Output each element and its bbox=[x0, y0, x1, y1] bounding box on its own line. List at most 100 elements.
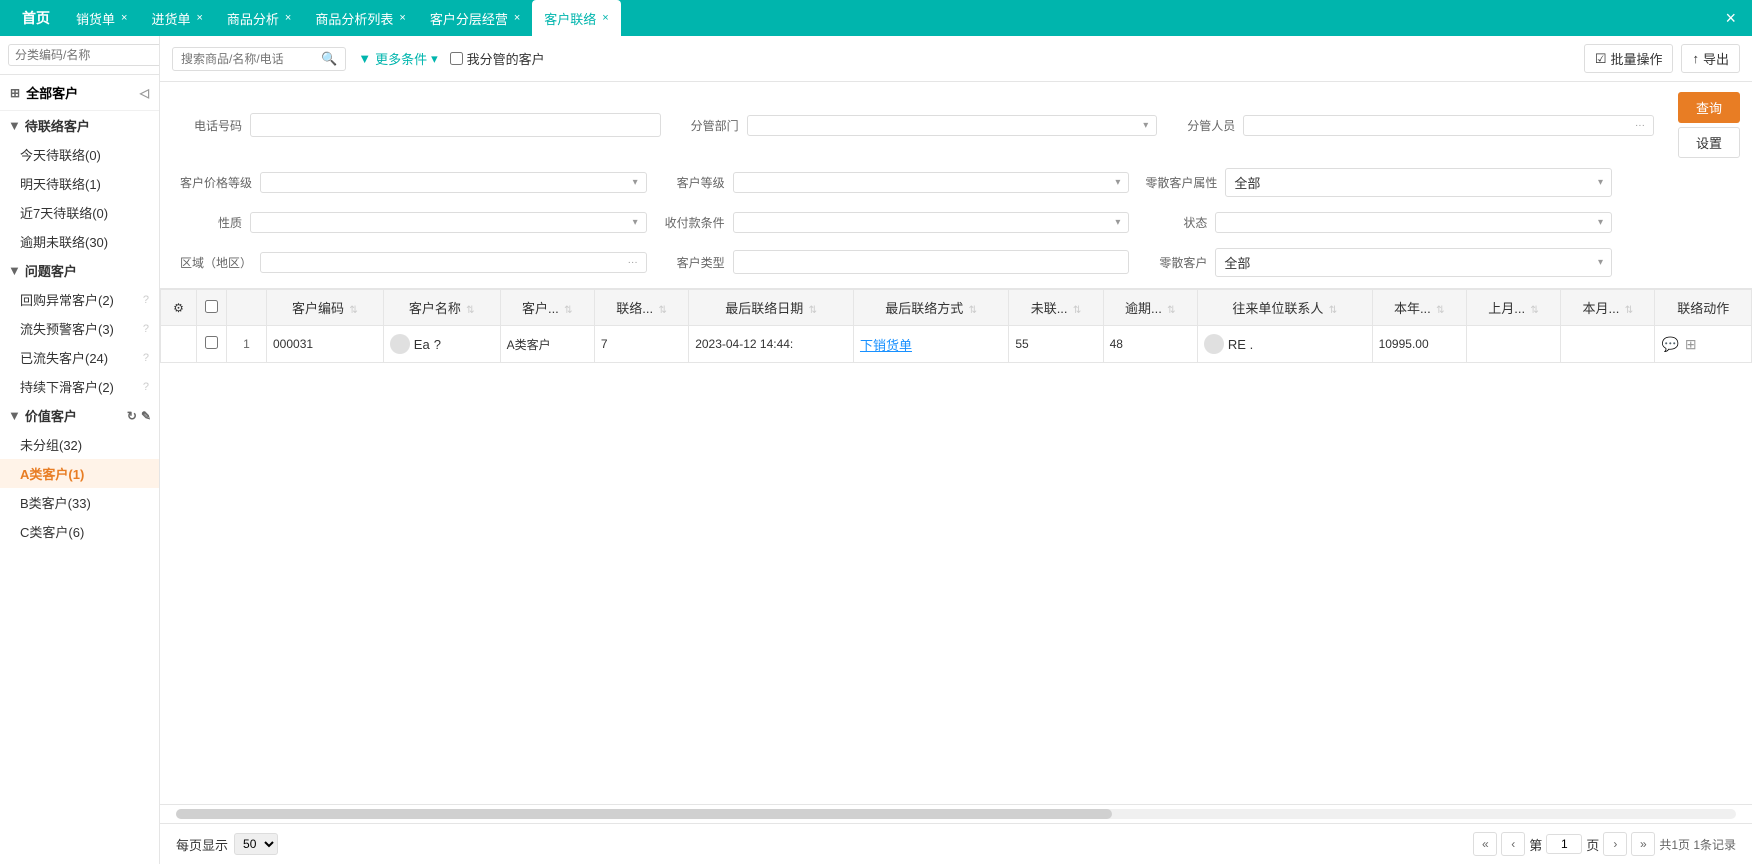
chat-action-icon[interactable]: 💬 bbox=[1661, 336, 1678, 353]
close-purchase-order[interactable]: × bbox=[196, 12, 202, 24]
sidebar-collapse-icon[interactable]: ◁ bbox=[140, 86, 149, 100]
nature-select[interactable]: ▾ bbox=[250, 212, 647, 233]
tab-product-analysis[interactable]: 商品分析 × bbox=[215, 0, 303, 36]
sort-person[interactable]: ⇅ bbox=[1329, 305, 1337, 316]
status-select[interactable]: ▾ bbox=[1215, 212, 1612, 233]
section-problem-customers[interactable]: ▼ 问题客户 bbox=[0, 256, 159, 285]
page-number-input[interactable] bbox=[1546, 834, 1582, 854]
my-customers-filter[interactable]: 我分管的客户 bbox=[450, 49, 545, 68]
customer-type-input[interactable] bbox=[733, 250, 1130, 274]
scroll-thumb[interactable] bbox=[176, 809, 1112, 819]
filter-search-icon[interactable]: 🔍 bbox=[321, 51, 337, 67]
col-last-contact-date[interactable]: 最后联络日期 ⇅ bbox=[689, 290, 854, 326]
sort-overdue[interactable]: ⇅ bbox=[1167, 305, 1175, 316]
sidebar-item-churn-warning[interactable]: 流失预警客户(3) ? bbox=[0, 314, 159, 343]
payment-select[interactable]: ▾ bbox=[733, 212, 1130, 233]
row-this-month bbox=[1561, 326, 1655, 363]
horizontal-scrollbar[interactable] bbox=[160, 804, 1752, 823]
col-no-contact[interactable]: 未联... ⇅ bbox=[1009, 290, 1103, 326]
qr-action-icon[interactable]: ⊞ bbox=[1685, 336, 1697, 353]
more-conditions-button[interactable]: ▼ 更多条件 ▾ bbox=[358, 49, 437, 68]
col-overdue[interactable]: 逾期... ⇅ bbox=[1103, 290, 1197, 326]
table-footer: 每页显示 50 « ‹ 第 页 › » 共1页 1条记录 bbox=[160, 823, 1752, 864]
col-this-year[interactable]: 本年... ⇅ bbox=[1372, 290, 1466, 326]
prev-page-button[interactable]: ‹ bbox=[1501, 832, 1525, 856]
sort-year[interactable]: ⇅ bbox=[1436, 305, 1444, 316]
price-level-select[interactable]: ▾ bbox=[260, 172, 647, 193]
close-customer-segment[interactable]: × bbox=[514, 12, 520, 24]
sort-this-month[interactable]: ⇅ bbox=[1625, 305, 1633, 316]
col-checkbox[interactable] bbox=[197, 290, 227, 326]
col-settings[interactable]: ⚙ bbox=[161, 290, 197, 326]
row-checkbox[interactable] bbox=[197, 326, 227, 363]
sidebar-item-today[interactable]: 今天待联络(0) bbox=[0, 140, 159, 169]
content-area: 🔍 ▼ 更多条件 ▾ 我分管的客户 ☑ 批量操作 ↑ 导出 bbox=[160, 36, 1752, 864]
close-customer-contact[interactable]: × bbox=[602, 12, 608, 24]
sort-no-contact[interactable]: ⇅ bbox=[1073, 305, 1081, 316]
next-page-button[interactable]: › bbox=[1603, 832, 1627, 856]
tab-sales-order[interactable]: 销货单 × bbox=[64, 0, 139, 36]
my-customers-checkbox[interactable] bbox=[450, 52, 463, 65]
close-all-tabs[interactable]: × bbox=[1717, 8, 1744, 29]
edit-icon[interactable]: ✎ bbox=[141, 409, 151, 423]
filter-search-input[interactable] bbox=[181, 52, 321, 66]
sidebar-item-7days[interactable]: 近7天待联络(0) bbox=[0, 198, 159, 227]
refresh-icon[interactable]: ↻ bbox=[127, 409, 137, 423]
retail-attr-select[interactable]: 全部 ▾ bbox=[1225, 168, 1612, 197]
sort-level[interactable]: ⇅ bbox=[564, 305, 572, 316]
col-contact-count[interactable]: 联络... ⇅ bbox=[594, 290, 688, 326]
col-last-month[interactable]: 上月... ⇅ bbox=[1466, 290, 1560, 326]
manager-input[interactable]: ··· bbox=[1243, 115, 1654, 136]
first-page-button[interactable]: « bbox=[1473, 832, 1497, 856]
sidebar-item-declining[interactable]: 持续下滑客户(2) ? bbox=[0, 372, 159, 401]
col-customer-code[interactable]: 客户编码 ⇅ bbox=[267, 290, 384, 326]
sort-method[interactable]: ⇅ bbox=[969, 305, 977, 316]
col-contact-person[interactable]: 往来单位联系人 ⇅ bbox=[1197, 290, 1372, 326]
sidebar-item-churned[interactable]: 已流失客户(24) ? bbox=[0, 343, 159, 372]
home-tab[interactable]: 首页 bbox=[8, 8, 64, 28]
row-select[interactable] bbox=[205, 336, 218, 349]
query-button[interactable]: 查询 bbox=[1678, 92, 1740, 123]
sort-contact[interactable]: ⇅ bbox=[658, 305, 666, 316]
dept-select[interactable]: ▾ bbox=[747, 115, 1158, 136]
row-last-contact-method[interactable]: 下销货单 bbox=[853, 326, 1008, 363]
sort-name[interactable]: ⇅ bbox=[466, 305, 474, 316]
customer-level-select[interactable]: ▾ bbox=[733, 172, 1130, 193]
sidebar-item-a-class[interactable]: A类客户(1) bbox=[0, 459, 159, 488]
close-product-analysis[interactable]: × bbox=[285, 12, 291, 24]
phone-input[interactable] bbox=[250, 113, 661, 137]
tab-product-analysis-list[interactable]: 商品分析列表 × bbox=[303, 0, 417, 36]
batch-operation-button[interactable]: ☑ 批量操作 bbox=[1584, 44, 1674, 73]
col-num bbox=[227, 290, 267, 326]
last-page-button[interactable]: » bbox=[1631, 832, 1655, 856]
sidebar-item-c-class[interactable]: C类客户(6) bbox=[0, 517, 159, 546]
sort-date[interactable]: ⇅ bbox=[809, 305, 817, 316]
sort-code[interactable]: ⇅ bbox=[349, 305, 357, 316]
tab-customer-contact[interactable]: 客户联络 × bbox=[532, 0, 620, 36]
close-sales-order[interactable]: × bbox=[121, 12, 127, 24]
col-last-contact-method[interactable]: 最后联络方式 ⇅ bbox=[853, 290, 1008, 326]
col-customer-level[interactable]: 客户... ⇅ bbox=[500, 290, 594, 326]
page-size-select[interactable]: 50 bbox=[234, 833, 278, 855]
sort-last-month[interactable]: ⇅ bbox=[1530, 305, 1538, 316]
settings-button[interactable]: 设置 bbox=[1678, 127, 1740, 158]
sidebar-item-tomorrow[interactable]: 明天待联络(1) bbox=[0, 169, 159, 198]
retail-customer-select[interactable]: 全部 ▾ bbox=[1215, 248, 1612, 277]
close-product-analysis-list[interactable]: × bbox=[399, 12, 405, 24]
col-customer-name[interactable]: 客户名称 ⇅ bbox=[383, 290, 500, 326]
region-input[interactable]: ··· bbox=[260, 252, 647, 273]
select-all-checkbox[interactable] bbox=[205, 300, 218, 313]
sidebar-item-unclassified[interactable]: 未分组(32) bbox=[0, 430, 159, 459]
section-value-customers[interactable]: ▼ 价值客户 ↻ ✎ bbox=[0, 401, 159, 430]
section-pending-contact[interactable]: ▼ 待联络客户 bbox=[0, 111, 159, 140]
sidebar-item-repurchase-anomaly[interactable]: 回购异常客户(2) ? bbox=[0, 285, 159, 314]
tab-purchase-order[interactable]: 进货单 × bbox=[139, 0, 214, 36]
filter-icon: ▼ bbox=[358, 51, 371, 66]
sidebar-search-input[interactable] bbox=[8, 44, 160, 66]
sidebar-item-b-class[interactable]: B类客户(33) bbox=[0, 488, 159, 517]
col-this-month[interactable]: 本月... ⇅ bbox=[1561, 290, 1655, 326]
sidebar-item-overdue[interactable]: 逾期未联络(30) bbox=[0, 227, 159, 256]
tab-customer-segment[interactable]: 客户分层经营 × bbox=[418, 0, 532, 36]
export-button[interactable]: ↑ 导出 bbox=[1681, 44, 1740, 73]
all-customers-header[interactable]: ⊞ 全部客户 ◁ bbox=[0, 75, 159, 111]
